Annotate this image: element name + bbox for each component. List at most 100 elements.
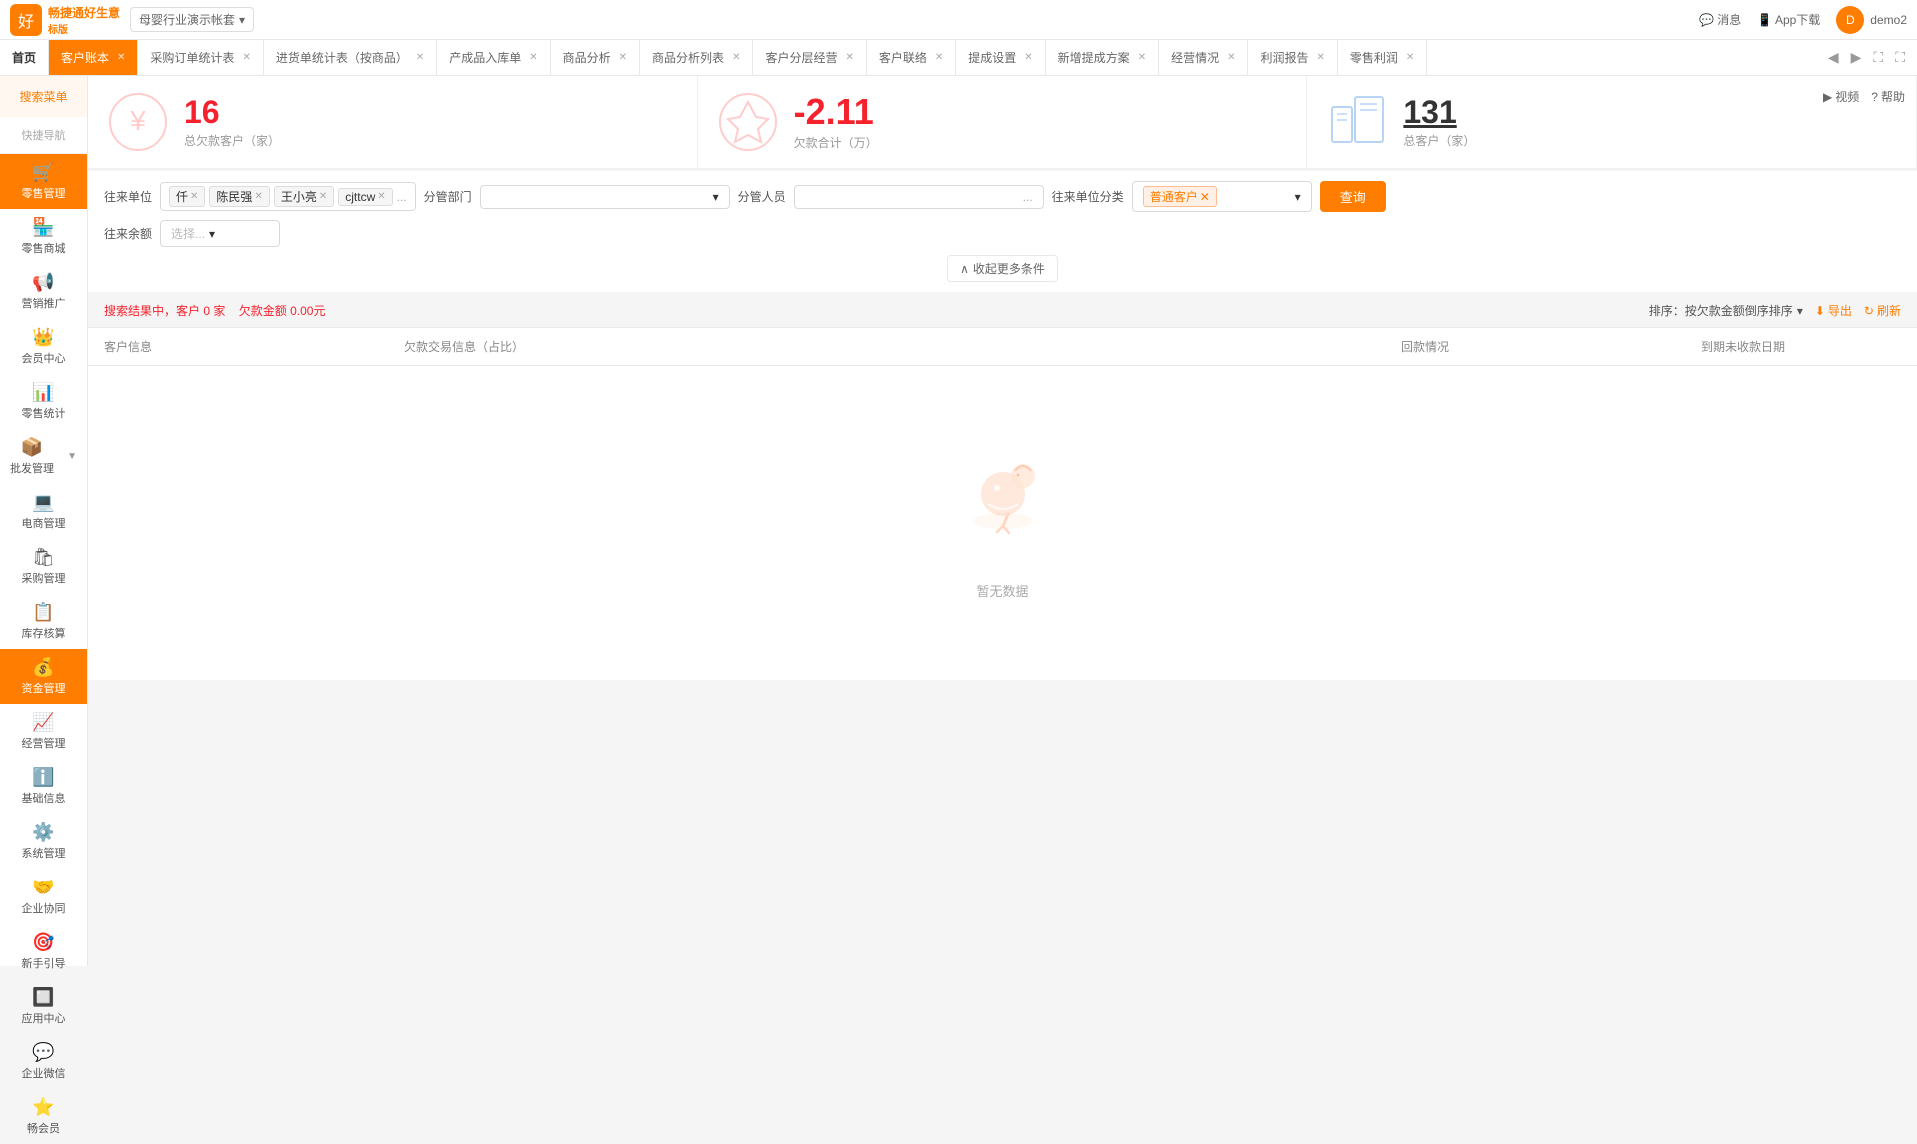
dept-select[interactable]: ▾	[480, 185, 730, 209]
close-icon[interactable]: ✕	[619, 52, 627, 63]
dept-label: 分管部门	[424, 188, 472, 205]
tab-finished-product[interactable]: 产成品入库单 ✕	[437, 40, 550, 76]
stat-label-total-customers: 总客户（家）	[1403, 132, 1475, 149]
nav-fullscreen[interactable]: ⛶	[1891, 47, 1909, 68]
remove-class-tag[interactable]: ✕	[1200, 190, 1210, 204]
nav-expand[interactable]: ⛶	[1869, 47, 1887, 68]
tab-retail-profit[interactable]: 零售利润 ✕	[1338, 40, 1427, 76]
remove-tag-chen[interactable]: ✕	[254, 191, 262, 202]
dept-down-icon: ▾	[713, 190, 719, 204]
person-label: 分管人员	[738, 188, 786, 205]
help-link[interactable]: ? 帮助	[1871, 88, 1905, 105]
remove-tag-wang[interactable]: ✕	[319, 191, 327, 202]
tenant-select[interactable]: 母婴行业演示帐套 ▾	[130, 7, 254, 32]
sidebar-item-member[interactable]: 👑 会员中心	[0, 319, 87, 374]
nav-scroll-left[interactable]: ◀	[1824, 47, 1843, 68]
retail-icon: 🛒	[32, 162, 54, 183]
video-link[interactable]: ▶ 视频	[1823, 88, 1859, 105]
nav-tabs: 首页 客户账本 ✕ 采购订单统计表 ✕ 进货单统计表（按商品） ✕ 产成品入库单…	[0, 40, 1917, 76]
stat-card-customers-owed: ¥ 16 总欠款客户（家）	[88, 76, 698, 168]
export-button[interactable]: ⬇ 导出	[1815, 302, 1852, 319]
sidebar-item-retail-stats[interactable]: 📊 零售统计	[0, 374, 87, 429]
sidebar-item-marketing[interactable]: 📢 营销推广	[0, 264, 87, 319]
close-icon[interactable]: ✕	[732, 52, 740, 63]
search-menu-button[interactable]: 搜索菜单	[8, 84, 79, 109]
tab-product-analysis[interactable]: 商品分析 ✕	[551, 40, 640, 76]
user-area[interactable]: D demo2	[1836, 6, 1907, 34]
sidebar-item-inventory[interactable]: 📋 库存核算	[0, 594, 87, 649]
close-icon[interactable]: ✕	[1317, 52, 1325, 63]
tab-purchase-by-product[interactable]: 进货单统计表（按商品） ✕	[264, 40, 437, 76]
close-icon[interactable]: ✕	[117, 52, 125, 63]
close-icon[interactable]: ✕	[935, 52, 943, 63]
tab-commission-settings[interactable]: 提成设置 ✕	[956, 40, 1045, 76]
sidebar-item-finance[interactable]: 💰 资金管理	[0, 649, 87, 704]
filter-tag-cjttcw[interactable]: cjttcw ✕	[338, 188, 392, 206]
sidebar-item-wechat[interactable]: 💬 企业微信	[0, 1034, 87, 1089]
tab-profit-report[interactable]: 利润报告 ✕	[1248, 40, 1337, 76]
tab-customer-contact[interactable]: 客户联络 ✕	[867, 40, 956, 76]
sidebar-item-vip[interactable]: ⭐ 畅会员	[0, 1089, 87, 1144]
filter-row-2: 往来余额 选择... ▾	[104, 220, 1901, 247]
sidebar-item-cooperation[interactable]: 🤝 企业协同	[0, 869, 87, 924]
info-icon: ℹ️	[32, 767, 54, 788]
sidebar-item-tutorial[interactable]: 🎯 新手引导	[0, 924, 87, 979]
tab-home[interactable]: 首页	[0, 40, 49, 76]
close-icon[interactable]: ✕	[529, 52, 537, 63]
sidebar-item-ecommerce[interactable]: 💻 电商管理	[0, 484, 87, 539]
more-tags[interactable]: ...	[397, 190, 407, 204]
tab-product-analysis-list[interactable]: 商品分析列表 ✕	[640, 40, 753, 76]
stats-icon: 📊	[32, 382, 54, 403]
filter-tag-wangxiaoliang[interactable]: 王小亮 ✕	[274, 186, 334, 207]
close-icon[interactable]: ✕	[1024, 52, 1032, 63]
tab-customer-ledger[interactable]: 客户账本 ✕	[49, 40, 138, 76]
sidebar-item-basic-info[interactable]: ℹ️ 基础信息	[0, 759, 87, 814]
refresh-icon: ↻	[1864, 304, 1874, 318]
app-download-link[interactable]: 📱 App下载	[1757, 11, 1820, 28]
collapse-arrow-icon: ∧	[960, 262, 969, 276]
sidebar-item-appstore[interactable]: 🔲 应用中心	[0, 979, 87, 1034]
unit-class-select[interactable]: 普通客户 ✕ ▾	[1132, 181, 1312, 212]
sidebar-item-retail[interactable]: 🛒 零售管理	[0, 154, 87, 209]
close-icon[interactable]: ✕	[242, 52, 250, 63]
sort-select[interactable]: 排序：按欠款金额倒序排序 ▾	[1649, 302, 1803, 319]
tab-customer-tier[interactable]: 客户分层经营 ✕	[753, 40, 866, 76]
stat-info-3: 131 总客户（家）	[1403, 96, 1475, 149]
unit-label: 往来单位	[104, 188, 152, 205]
sidebar-search-area: 搜索菜单	[0, 76, 87, 117]
system-icon: ⚙️	[32, 822, 54, 843]
filter-tag-qian[interactable]: 仟 ✕	[169, 186, 205, 207]
filter-tag-chenminqiang[interactable]: 陈民强 ✕	[209, 186, 269, 207]
close-icon[interactable]: ✕	[1138, 52, 1146, 63]
appstore-icon: 🔲	[32, 987, 54, 1008]
close-icon[interactable]: ✕	[1406, 52, 1414, 63]
remove-tag-cjttcw[interactable]: ✕	[377, 191, 385, 202]
message-link[interactable]: 💬 消息	[1699, 11, 1741, 28]
sidebar-item-retail-mall[interactable]: 🏪 零售商城	[0, 209, 87, 264]
sidebar-item-system[interactable]: ⚙️ 系统管理	[0, 814, 87, 869]
nav-scroll-right[interactable]: ▶	[1847, 47, 1866, 68]
stat-value-total-customers[interactable]: 131	[1403, 96, 1475, 128]
tab-operations[interactable]: 经营情况 ✕	[1159, 40, 1248, 76]
close-icon[interactable]: ✕	[1227, 52, 1235, 63]
close-icon[interactable]: ✕	[416, 52, 424, 63]
person-select[interactable]: ...	[794, 185, 1044, 209]
collapse-button[interactable]: ∧ 收起更多条件	[947, 255, 1058, 282]
class-tag-normal[interactable]: 普通客户 ✕	[1143, 186, 1217, 207]
unit-filter-tags[interactable]: 仟 ✕ 陈民强 ✕ 王小亮 ✕ cjttcw ✕ ...	[160, 182, 416, 211]
sidebar-item-operations[interactable]: 📈 经营管理	[0, 704, 87, 759]
close-icon[interactable]: ✕	[845, 52, 853, 63]
balance-select[interactable]: 选择... ▾	[160, 220, 280, 247]
sidebar-item-wholesale[interactable]: 📦 批发管理 ▼	[0, 429, 87, 484]
chevron-down-icon: ▾	[239, 13, 245, 27]
query-button[interactable]: 查询	[1320, 181, 1386, 212]
stat-value-customers: 16	[184, 96, 280, 128]
stat-label-customers: 总欠款客户（家）	[184, 132, 280, 149]
refresh-button[interactable]: ↻ 刷新	[1864, 302, 1901, 319]
tab-purchase-order[interactable]: 采购订单统计表 ✕	[138, 40, 263, 76]
remove-tag-qian[interactable]: ✕	[190, 191, 198, 202]
nav-controls: ◀ ▶ ⛶ ⛶	[1816, 47, 1917, 68]
tab-new-commission[interactable]: 新增提成方案 ✕	[1046, 40, 1159, 76]
stat-icon-1: ¥	[108, 92, 168, 152]
sidebar-item-purchase[interactable]: 🛍 采购管理	[0, 539, 87, 594]
